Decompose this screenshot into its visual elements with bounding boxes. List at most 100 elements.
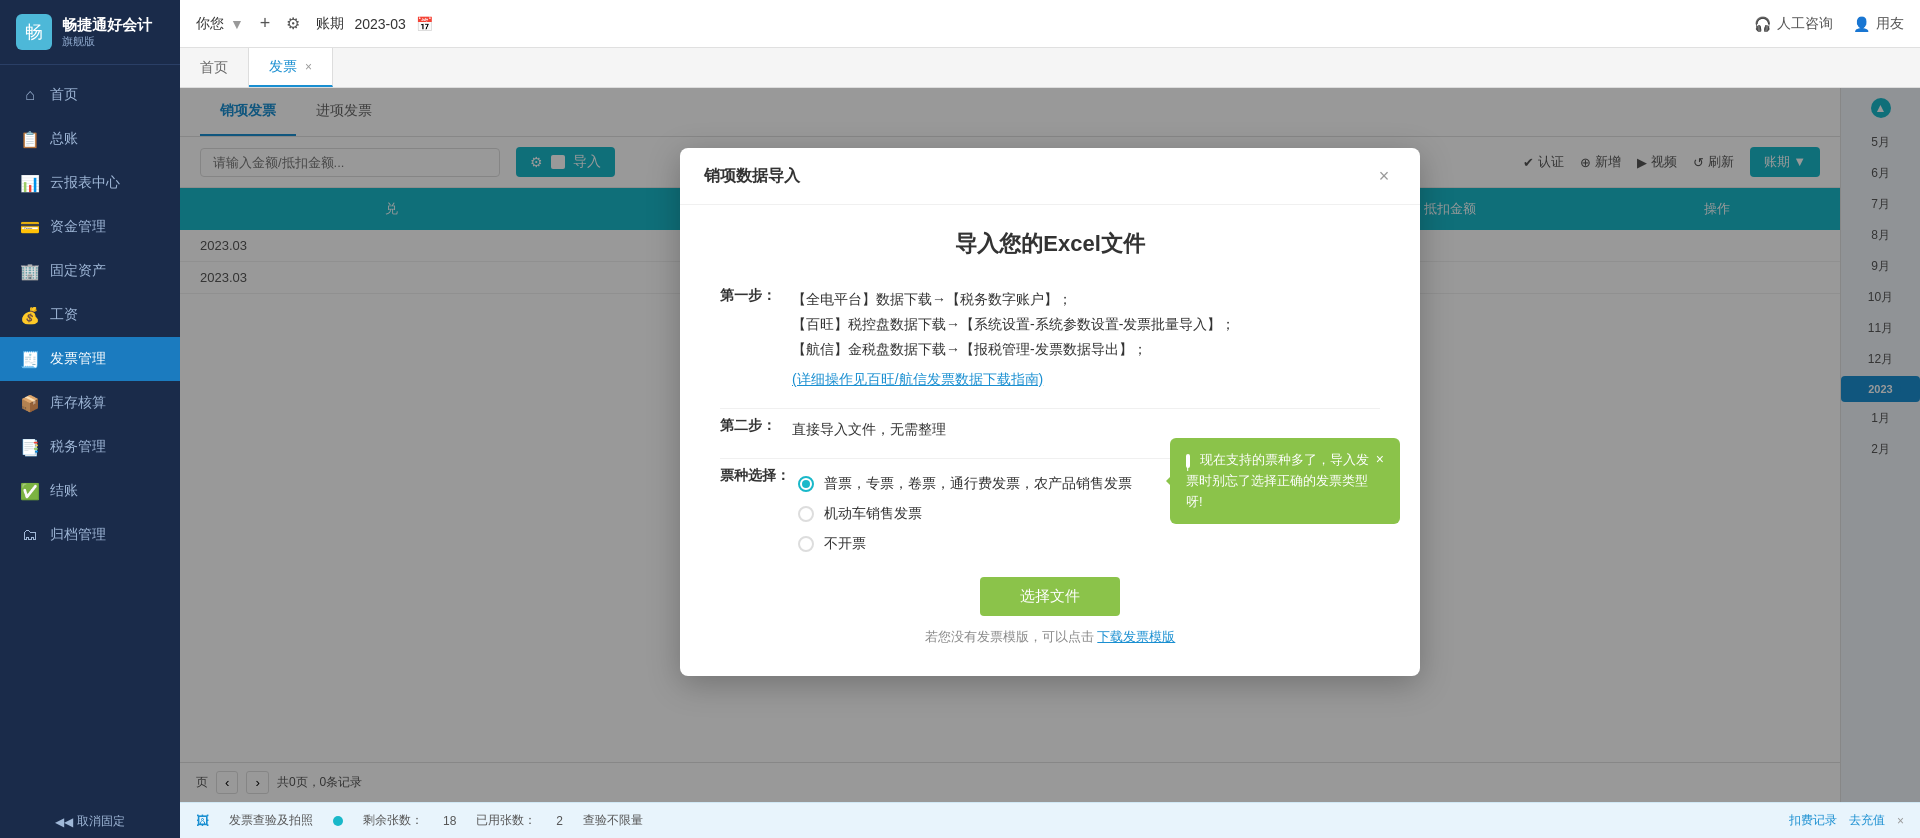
step1-line2: 【百旺】税控盘数据下载→【系统设置-系统参数设置-发票批量导入】；	[792, 312, 1235, 337]
logo-icon: 畅	[16, 14, 52, 50]
user-menu[interactable]: 👤 用友	[1853, 15, 1904, 33]
step1-line3: 【航信】金税盘数据下载→【报税管理-发票数据导出】；	[792, 337, 1235, 362]
calendar-icon: 📅	[416, 16, 433, 32]
modal-title: 销项数据导入	[704, 166, 800, 187]
sidebar-item-label: 库存核算	[50, 394, 106, 412]
bottom-bar-close-button[interactable]: ×	[1897, 814, 1904, 828]
tooltip-bubble: × | 现在支持的票种多了，导入发票时别忘了选择正确的发票类型呀!	[1170, 438, 1400, 524]
ledger-icon: 📋	[20, 129, 40, 149]
sidebar-item-label: 结账	[50, 482, 78, 500]
step2-content: 直接导入文件，无需整理	[792, 417, 946, 442]
sidebar-item-label: 总账	[50, 130, 78, 148]
sidebar-item-label: 归档管理	[50, 526, 106, 544]
settlement-icon: ✅	[20, 481, 40, 501]
sidebar-item-label: 工资	[50, 306, 78, 324]
invoice-icon: 🧾	[20, 349, 40, 369]
inventory-icon: 📦	[20, 393, 40, 413]
archive-icon: 🗂	[20, 525, 40, 545]
headset-icon: 🎧	[1754, 16, 1771, 32]
logo-text: 畅捷通好会计 旗舰版	[62, 16, 152, 49]
modal-main-title: 导入您的Excel文件	[720, 229, 1380, 259]
tooltip-close-button[interactable]: ×	[1376, 448, 1384, 470]
download-hint: 若您没有发票模版，可以点击 下载发票模版	[720, 628, 1380, 646]
ticket-label: 票种选择：	[720, 467, 790, 485]
tab-close-icon[interactable]: ×	[305, 60, 312, 74]
company-selector[interactable]: 你您 ▼	[196, 15, 244, 33]
sidebar-item-cloud-report[interactable]: 📊 云报表中心	[0, 161, 180, 205]
add-tab-button[interactable]: +	[260, 13, 271, 34]
tooltip-text: 现在支持的票种多了，导入发票时别忘了选择正确的发票类型呀!	[1186, 452, 1369, 509]
step1-label: 第一步：	[720, 287, 784, 305]
main-area: 你您 ▼ + ⚙ 账期 2023-03 📅 🎧 人工咨询 👤 用友	[180, 0, 1920, 838]
sidebar-nav: ⌂ 首页 📋 总账 📊 云报表中心 💳 资金管理 🏢 固定资产 💰 工资	[0, 65, 180, 805]
sidebar-item-label: 首页	[50, 86, 78, 104]
modal-dialog: 销项数据导入 × 导入您的Excel文件 第一步： 【全电平台】数据下载→【税务…	[680, 148, 1420, 676]
used-value: 2	[556, 814, 563, 828]
step1-line1: 【全电平台】数据下载→【税务数字账户】；	[792, 287, 1235, 312]
radio-normal-circle	[798, 476, 814, 492]
sidebar-item-invoice[interactable]: 🧾 发票管理	[0, 337, 180, 381]
tax-icon: 📑	[20, 437, 40, 457]
support-button[interactable]: 🎧 人工咨询	[1754, 15, 1833, 33]
settings-icon[interactable]: ⚙	[286, 14, 300, 33]
choose-file-button[interactable]: 选择文件	[980, 577, 1120, 616]
sidebar: 畅 畅捷通好会计 旗舰版 ⌂ 首页 📋 总账 📊 云报表中心 💳 资金管理	[0, 0, 180, 838]
step1-guide-link[interactable]: (详细操作见百旺/航信发票数据下载指南)	[792, 371, 1043, 387]
sidebar-item-label: 资金管理	[50, 218, 106, 236]
sidebar-item-label: 固定资产	[50, 262, 106, 280]
content-area: 销项发票 进项发票 ⚙ 导入 ✔ 认证	[180, 88, 1920, 802]
radio-normal-label: 普票，专票，卷票，通行费发票，农产品销售发票	[824, 475, 1132, 493]
step1-content: 【全电平台】数据下载→【税务数字账户】； 【百旺】税控盘数据下载→【系统设置-系…	[792, 287, 1235, 392]
radio-motor-label: 机动车销售发票	[824, 505, 922, 523]
modal-header: 销项数据导入 ×	[680, 148, 1420, 205]
modal-overlay: 销项数据导入 × 导入您的Excel文件 第一步： 【全电平台】数据下载→【税务…	[180, 88, 1920, 802]
sidebar-item-fund[interactable]: 💳 资金管理	[0, 205, 180, 249]
sidebar-item-home[interactable]: ⌂ 首页	[0, 73, 180, 117]
radio-motor-circle	[798, 506, 814, 522]
recharge-record-link[interactable]: 扣费记录	[1789, 812, 1837, 829]
tooltip-bar-icon: |	[1186, 454, 1190, 468]
tabbar: 首页 发票 ×	[180, 48, 1920, 88]
topbar-right: 🎧 人工咨询 👤 用友	[1754, 15, 1904, 33]
charge-link[interactable]: 去充值	[1849, 812, 1885, 829]
tab-home[interactable]: 首页	[180, 48, 249, 87]
tab-invoice[interactable]: 发票 ×	[249, 48, 333, 87]
invoice-verify-label: 发票查验及拍照	[229, 812, 313, 829]
radio-no-invoice-circle	[798, 536, 814, 552]
user-icon: 👤	[1853, 16, 1870, 32]
home-icon: ⌂	[20, 85, 40, 105]
cloud-report-icon: 📊	[20, 173, 40, 193]
bottom-bar-right: 扣费记录 去充值 ×	[1789, 812, 1904, 829]
sidebar-cancel-fixed[interactable]: ◀◀ 取消固定	[0, 805, 180, 838]
modal-close-button[interactable]: ×	[1372, 164, 1396, 188]
step2-label: 第二步：	[720, 417, 784, 435]
sidebar-item-archive[interactable]: 🗂 归档管理	[0, 513, 180, 557]
fund-icon: 💳	[20, 217, 40, 237]
remaining-label: 剩余张数：	[363, 812, 423, 829]
step-divider	[720, 408, 1380, 409]
period-display: 账期 2023-03 📅	[316, 15, 432, 33]
company-dropdown-icon: ▼	[230, 16, 244, 32]
sidebar-item-ledger[interactable]: 📋 总账	[0, 117, 180, 161]
radio-no-invoice-label: 不开票	[824, 535, 866, 553]
used-label: 已用张数：	[476, 812, 536, 829]
download-template-link[interactable]: 下载发票模版	[1097, 629, 1175, 644]
sidebar-item-tax[interactable]: 📑 税务管理	[0, 425, 180, 469]
sidebar-item-salary[interactable]: 💰 工资	[0, 293, 180, 337]
assets-icon: 🏢	[20, 261, 40, 281]
invoice-verify-icon[interactable]: 🖼	[196, 813, 209, 828]
radio-group: 普票，专票，卷票，通行费发票，农产品销售发票 机动车销售发票 不开票	[798, 475, 1132, 553]
sidebar-item-label: 税务管理	[50, 438, 106, 456]
radio-motor[interactable]: 机动车销售发票	[798, 505, 1132, 523]
remaining-value: 18	[443, 814, 456, 828]
sidebar-item-inventory[interactable]: 📦 库存核算	[0, 381, 180, 425]
topbar: 你您 ▼ + ⚙ 账期 2023-03 📅 🎧 人工咨询 👤 用友	[180, 0, 1920, 48]
status-dot	[333, 816, 343, 826]
sidebar-item-settlement[interactable]: ✅ 结账	[0, 469, 180, 513]
radio-normal[interactable]: 普票，专票，卷票，通行费发票，农产品销售发票	[798, 475, 1132, 493]
bottom-bar: 🖼 发票查验及拍照 剩余张数： 18 已用张数： 2 查验不限量 扣费记录 去充…	[180, 802, 1920, 838]
sidebar-item-label: 发票管理	[50, 350, 106, 368]
sidebar-item-assets[interactable]: 🏢 固定资产	[0, 249, 180, 293]
sidebar-item-label: 云报表中心	[50, 174, 120, 192]
radio-no-invoice[interactable]: 不开票	[798, 535, 1132, 553]
